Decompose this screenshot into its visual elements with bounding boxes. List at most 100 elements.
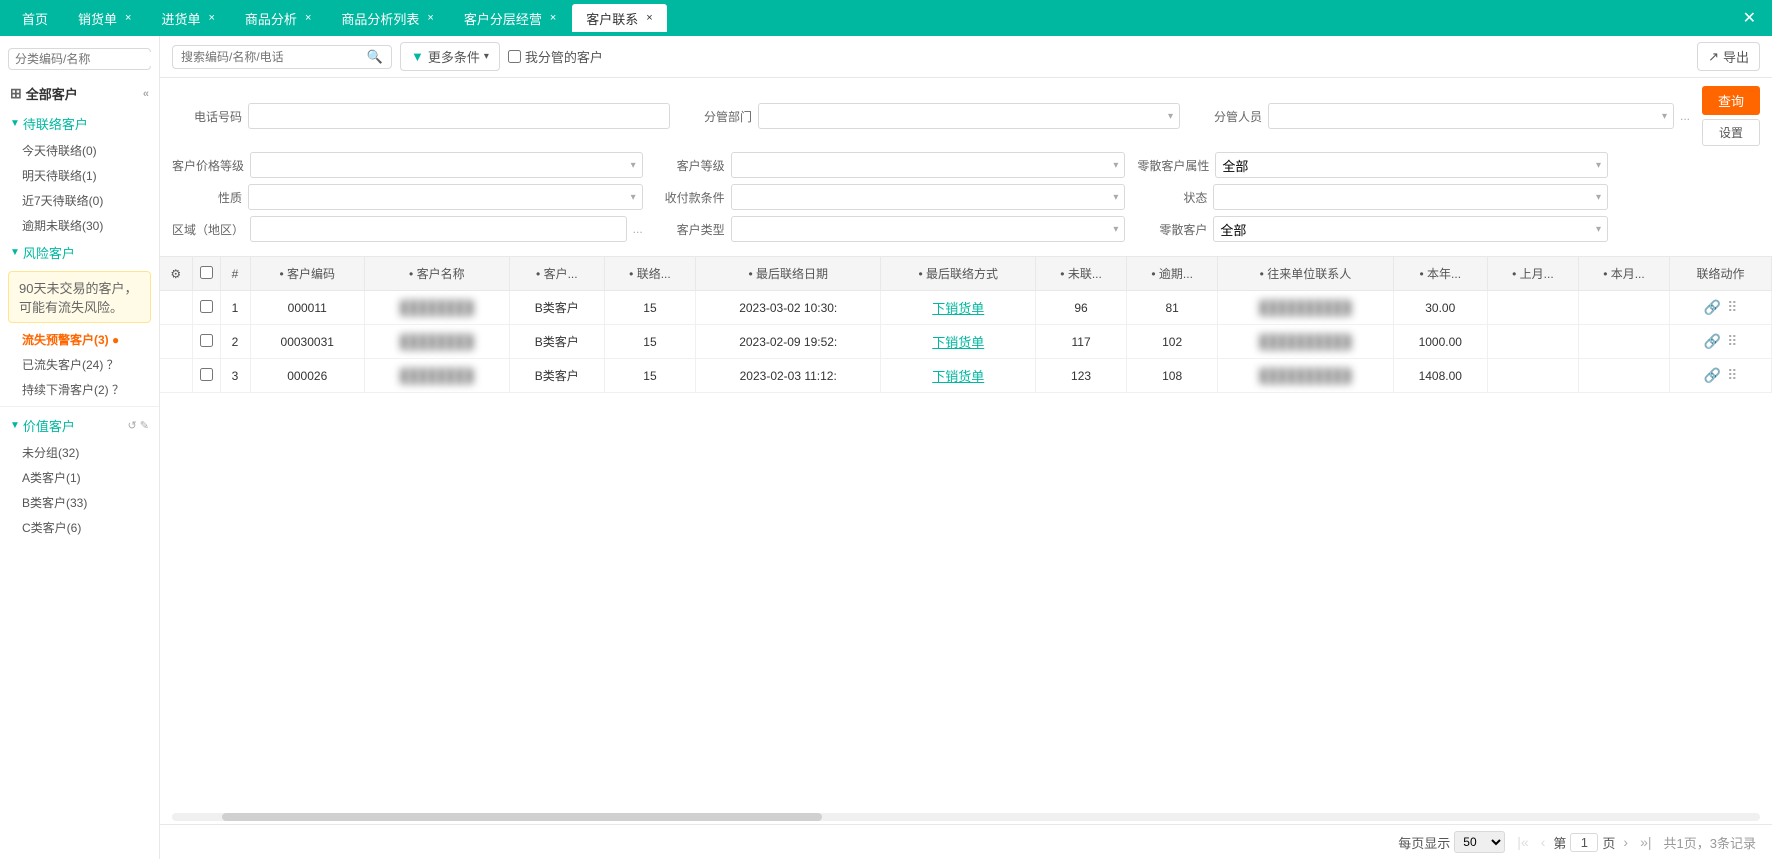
per-page-wrap: 每页显示 50 20 100 (1398, 831, 1505, 853)
row-last-method[interactable]: 下销货单 (881, 359, 1036, 393)
table-row: 2 00030031 ████████ B类客户 15 2023-02-09 1… (160, 325, 1772, 359)
sidebar-all-customers[interactable]: ⊞ 全部客户 « (0, 78, 159, 109)
close-tab-customer-contact[interactable]: × (646, 12, 652, 24)
menu-icon[interactable]: ⠿ (1727, 367, 1737, 384)
export-button[interactable]: ↗ 导出 (1697, 42, 1760, 71)
sidebar-group-risk[interactable]: ▼ 风险客户 (0, 238, 159, 267)
horizontal-scrollbar[interactable] (160, 810, 1772, 824)
more-filter-button[interactable]: ▼ 更多条件 ▾ (400, 42, 500, 71)
filter-region-select[interactable] (250, 216, 627, 242)
col-settings[interactable]: ⚙ (160, 257, 192, 291)
sidebar-item-class-b[interactable]: B类客户(33) (0, 490, 159, 515)
filter-actions: 查询 设置 (1702, 86, 1760, 146)
sidebar-item-ungroup[interactable]: 未分组(32) (0, 440, 159, 465)
filter-status-select[interactable]: ▾ (1213, 184, 1608, 210)
row-code: 000026 (250, 359, 364, 393)
my-customers-checkbox[interactable] (508, 50, 521, 63)
select-all-checkbox[interactable] (200, 266, 213, 279)
filter-price-level-select[interactable]: ▾ (250, 152, 643, 178)
close-tab-product-analysis[interactable]: × (305, 12, 311, 24)
current-page-input[interactable]: 1 (1570, 833, 1598, 852)
filter-retail-attr-select[interactable]: 全部 ▾ (1215, 152, 1608, 178)
sidebar-item-churned[interactable]: 已流失客户(24) ？ (0, 352, 159, 377)
sidebar-item-class-c[interactable]: C类客户(6) (0, 515, 159, 540)
link-icon[interactable]: 🔗 (1704, 367, 1721, 384)
row-select-checkbox[interactable] (200, 300, 213, 313)
sidebar-item-tomorrow[interactable]: 明天待联络(1) (0, 163, 159, 188)
link-icon[interactable]: 🔗 (1704, 333, 1721, 350)
query-button[interactable]: 查询 (1702, 86, 1760, 115)
sidebar-item-churn-warning[interactable]: 流失预警客户(3) ● (0, 327, 159, 352)
sidebar-item-7days[interactable]: 近7天待联络(0) (0, 188, 159, 213)
row-select-checkbox[interactable] (200, 334, 213, 347)
row-checkbox[interactable] (192, 291, 220, 325)
row-actions: 🔗 ⠿ (1670, 359, 1772, 393)
next-page-button[interactable]: › (1619, 832, 1632, 852)
close-tab-product-list[interactable]: × (427, 12, 433, 24)
region-more-icon[interactable]: ... (633, 222, 643, 236)
row-checkbox[interactable] (192, 325, 220, 359)
more-icon[interactable]: ... (1680, 109, 1690, 123)
sidebar-search-input[interactable] (15, 52, 160, 66)
row-this-month (1578, 291, 1669, 325)
tab-product-analysis[interactable]: 商品分析 × (231, 4, 325, 32)
chevron-down-icon: ▾ (1113, 224, 1118, 235)
settings-button[interactable]: 设置 (1702, 119, 1760, 146)
sidebar-group-pending[interactable]: ▼ 待联络客户 (0, 109, 159, 138)
link-icon[interactable]: 🔗 (1704, 299, 1721, 316)
filter-customer-level-select[interactable]: ▾ (731, 152, 1126, 178)
filter-manager-select[interactable]: ▾ (1268, 103, 1674, 129)
sidebar-item-overdue[interactable]: 逾期未联络(30) (0, 213, 159, 238)
sidebar-item-class-a[interactable]: A类客户(1) (0, 465, 159, 490)
last-page-button[interactable]: »| (1636, 832, 1655, 852)
close-tab-purchase[interactable]: × (208, 12, 214, 24)
row-type: B类客户 (509, 291, 604, 325)
tab-customer-layer[interactable]: 客户分层经营 × (450, 4, 570, 32)
filter-customer-type-select[interactable]: ▾ (731, 216, 1126, 242)
row-type: B类客户 (509, 325, 604, 359)
row-overdue: 81 (1127, 291, 1218, 325)
row-checkbox[interactable] (192, 359, 220, 393)
main-layout: 🔍 ⊞ 全部客户 « ▼ 待联络客户 今天待联络(0) 明天待联络(1) 近7天… (0, 36, 1772, 859)
sidebar-item-declining[interactable]: 持续下滑客户(2) ？ (0, 377, 159, 402)
filter-phone-input[interactable] (248, 103, 670, 129)
tab-home[interactable]: 首页 (8, 9, 62, 28)
filter-nature-select[interactable]: ▾ (248, 184, 643, 210)
filter-panel: 电话号码 分管部门 ▾ 分管人员 ▾ ... (160, 78, 1772, 257)
row-no-contact: 123 (1036, 359, 1127, 393)
prev-page-button[interactable]: ‹ (1537, 832, 1550, 852)
funnel-icon: ▼ (411, 49, 424, 64)
tab-purchase[interactable]: 进货单 × (147, 4, 228, 32)
close-tab-sales[interactable]: × (125, 12, 131, 24)
first-page-button[interactable]: |« (1513, 832, 1532, 852)
filter-price-level: 客户价格等级 ▾ (172, 152, 643, 178)
filter-dept-select[interactable]: ▾ (758, 103, 1180, 129)
close-tab-customer-layer[interactable]: × (550, 12, 556, 24)
row-last-method[interactable]: 下销货单 (881, 325, 1036, 359)
menu-icon[interactable]: ⠿ (1727, 299, 1737, 316)
filter-retail-select[interactable]: 全部 ▾ (1213, 216, 1608, 242)
col-checkbox[interactable] (192, 257, 220, 291)
chevron-down-icon: ▾ (1168, 111, 1173, 122)
menu-icon[interactable]: ⠿ (1727, 333, 1737, 350)
tab-product-list[interactable]: 商品分析列表 × (327, 4, 447, 32)
row-select-checkbox[interactable] (200, 368, 213, 381)
filter-payment-select[interactable]: ▾ (731, 184, 1126, 210)
row-last-method[interactable]: 下销货单 (881, 291, 1036, 325)
chevron-down-icon: ▾ (1113, 160, 1118, 171)
sidebar-item-today[interactable]: 今天待联络(0) (0, 138, 159, 163)
value-group-actions[interactable]: ↺ ✎ (128, 419, 150, 432)
row-no-contact: 96 (1036, 291, 1127, 325)
tab-sales[interactable]: 销货单 × (64, 4, 145, 32)
sidebar-divider (0, 406, 159, 407)
scroll-thumb[interactable] (222, 813, 822, 821)
app-close-button[interactable]: ✕ (1735, 4, 1764, 32)
row-this-month (1578, 325, 1669, 359)
col-code: • 客户编码 (250, 257, 364, 291)
sidebar-group-value[interactable]: ▼ 价值客户 ↺ ✎ (0, 411, 159, 440)
page-size-select[interactable]: 50 20 100 (1454, 831, 1505, 853)
tab-customer-contact[interactable]: 客户联系 × (572, 4, 666, 32)
my-customers-checkbox-wrap[interactable]: 我分管的客户 (508, 47, 603, 66)
row-no: 1 (220, 291, 250, 325)
search-input[interactable] (181, 50, 363, 64)
